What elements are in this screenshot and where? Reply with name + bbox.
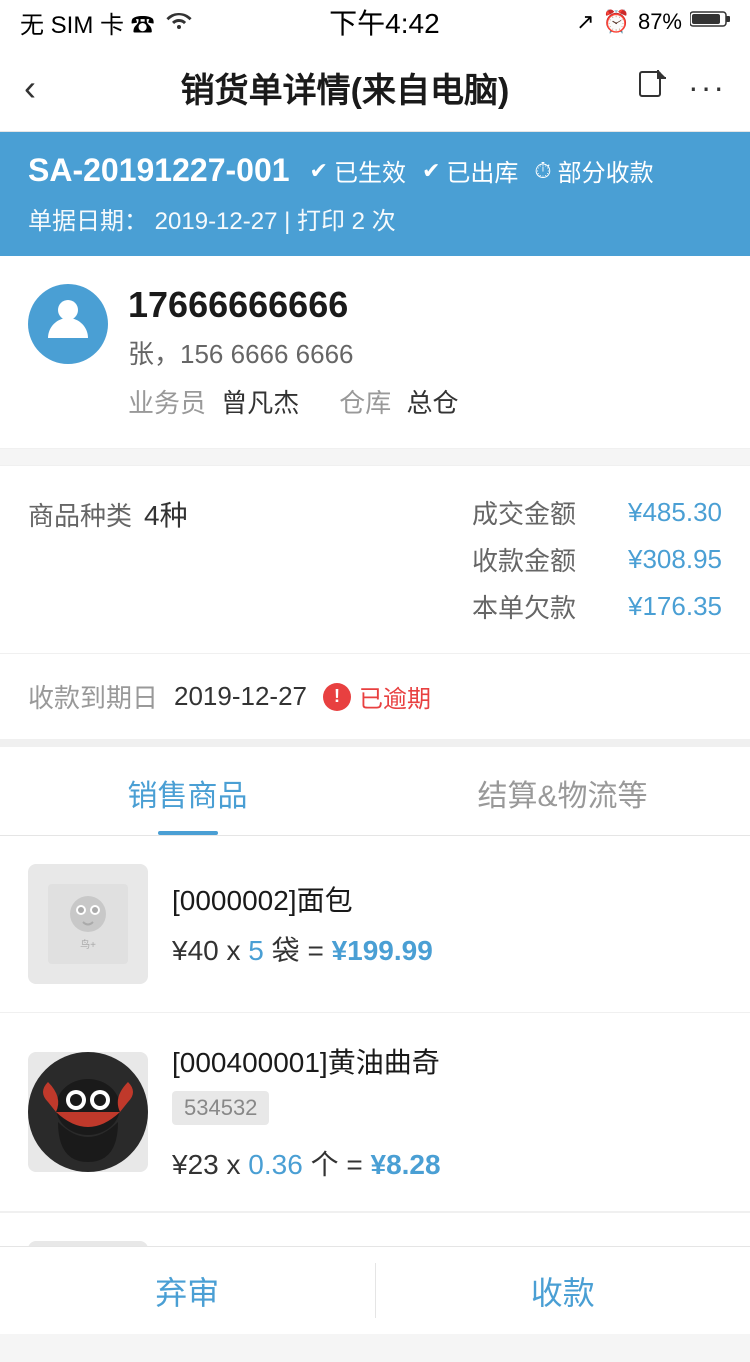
nav-actions: ··· bbox=[606, 68, 726, 108]
owed-amount: 本单欠款 ¥176.35 bbox=[472, 588, 722, 625]
customer-section: 17666666666 张，156 6666 6666 业务员 曾凡杰 仓库 总… bbox=[0, 256, 750, 449]
nav-bar: ‹ 销货单详情(来自电脑) ··· bbox=[0, 44, 750, 132]
svg-text:鸟+: 鸟+ bbox=[80, 938, 96, 951]
customer-info: 17666666666 张，156 6666 6666 业务员 曾凡杰 仓库 总… bbox=[128, 284, 722, 420]
warehouse-info: 仓库 总仓 bbox=[339, 383, 458, 420]
product-item: 鸟+ [0000002]面包 ¥40 x 5 袋 = ¥199.99 bbox=[0, 836, 750, 1013]
status-time: 下午4:42 bbox=[329, 2, 440, 42]
tab-settlement[interactable]: 结算&物流等 bbox=[375, 747, 750, 835]
status-badge-shipped: ✔ 已出库 bbox=[422, 153, 518, 188]
overdue-text: 已逾期 bbox=[359, 679, 431, 714]
bottom-actions: 弃审 收款 bbox=[0, 1246, 750, 1334]
battery-text: 87% bbox=[638, 9, 682, 35]
tab-sales-products[interactable]: 销售商品 bbox=[0, 747, 375, 835]
battery-icon bbox=[690, 9, 730, 35]
customer-name: 张，156 6666 6666 bbox=[128, 334, 722, 371]
product-details-cookies: [000400001]黄油曲奇 534532 ¥23 x 0.36 个 = ¥8… bbox=[172, 1041, 722, 1183]
deal-amount: 成交金额 ¥485.30 bbox=[472, 494, 722, 531]
product-details-bread: [0000002]面包 ¥40 x 5 袋 = ¥199.99 bbox=[172, 879, 722, 969]
customer-avatar bbox=[28, 284, 108, 364]
location-icon: ↗ bbox=[576, 9, 594, 35]
product-name-cookies: [000400001]黄油曲奇 bbox=[172, 1041, 722, 1081]
status-badge-active: ✔ 已生效 bbox=[310, 153, 406, 188]
more-icon[interactable]: ··· bbox=[688, 69, 726, 106]
overdue-icon: ! bbox=[323, 683, 351, 711]
status-badge-partial: ⏱ 部分收款 bbox=[534, 153, 653, 188]
page-title: 销货单详情(来自电脑) bbox=[84, 63, 606, 112]
product-tabs: 销售商品 结算&物流等 bbox=[0, 747, 750, 836]
check-icon-active: ✔ bbox=[310, 158, 328, 184]
product-item-cookies: [000400001]黄油曲奇 534532 ¥23 x 0.36 个 = ¥8… bbox=[0, 1013, 750, 1212]
check-icon-shipped: ✔ bbox=[422, 158, 440, 184]
alarm-icon: ⏰ bbox=[603, 9, 630, 35]
back-button[interactable]: ‹ bbox=[24, 67, 84, 109]
product-image-cookies bbox=[28, 1052, 148, 1172]
status-right: ↗ ⏰ 87% bbox=[576, 9, 730, 35]
product-list: 鸟+ [0000002]面包 ¥40 x 5 袋 = ¥199.99 bbox=[0, 836, 750, 1262]
product-price-bread: ¥40 x 5 袋 = ¥199.99 bbox=[172, 929, 722, 969]
stats-section: 商品种类 4种 成交金额 ¥485.30 收款金额 ¥308.95 本单欠款 ¥… bbox=[0, 465, 750, 654]
person-icon bbox=[44, 294, 92, 354]
customer-phone: 17666666666 bbox=[128, 284, 722, 326]
order-doc-date: 单据日期： 2019-12-27 | 打印 2 次 bbox=[28, 201, 722, 236]
financial-stats: 成交金额 ¥485.30 收款金额 ¥308.95 本单欠款 ¥176.35 bbox=[472, 494, 722, 625]
cancel-review-button[interactable]: 弃审 bbox=[0, 1247, 375, 1334]
due-date-label: 收款到期日 bbox=[28, 678, 158, 715]
order-id: SA-20191227-001 bbox=[28, 152, 290, 189]
customer-meta: 业务员 曾凡杰 仓库 总仓 bbox=[128, 383, 722, 420]
salesperson-info: 业务员 曾凡杰 bbox=[128, 383, 299, 420]
status-left: 无 SIM 卡 ☎ bbox=[20, 5, 193, 40]
due-date-section: 收款到期日 2019-12-27 ! 已逾期 bbox=[0, 654, 750, 747]
product-types: 商品种类 4种 bbox=[28, 494, 472, 534]
status-bar: 无 SIM 卡 ☎ 下午4:42 ↗ ⏰ 87% bbox=[0, 0, 750, 44]
product-sku: 534532 bbox=[172, 1091, 269, 1125]
order-header-band: SA-20191227-001 ✔ 已生效 ✔ 已出库 ⏱ 部分收款 单据日期：… bbox=[0, 132, 750, 256]
product-image-bread: 鸟+ bbox=[28, 864, 148, 984]
wifi-icon bbox=[165, 8, 193, 36]
overdue-badge: ! 已逾期 bbox=[323, 679, 431, 714]
clock-icon: ⏱ bbox=[534, 158, 551, 184]
product-price-cookies: ¥23 x 0.36 个 = ¥8.28 bbox=[172, 1143, 722, 1183]
collect-payment-button[interactable]: 收款 bbox=[376, 1247, 750, 1334]
due-date-value: 2019-12-27 bbox=[174, 681, 307, 712]
sim-status: 无 SIM 卡 ☎ bbox=[20, 5, 155, 40]
share-icon[interactable] bbox=[636, 68, 668, 108]
received-amount: 收款金额 ¥308.95 bbox=[472, 541, 722, 578]
product-name-bread: [0000002]面包 bbox=[172, 879, 722, 919]
